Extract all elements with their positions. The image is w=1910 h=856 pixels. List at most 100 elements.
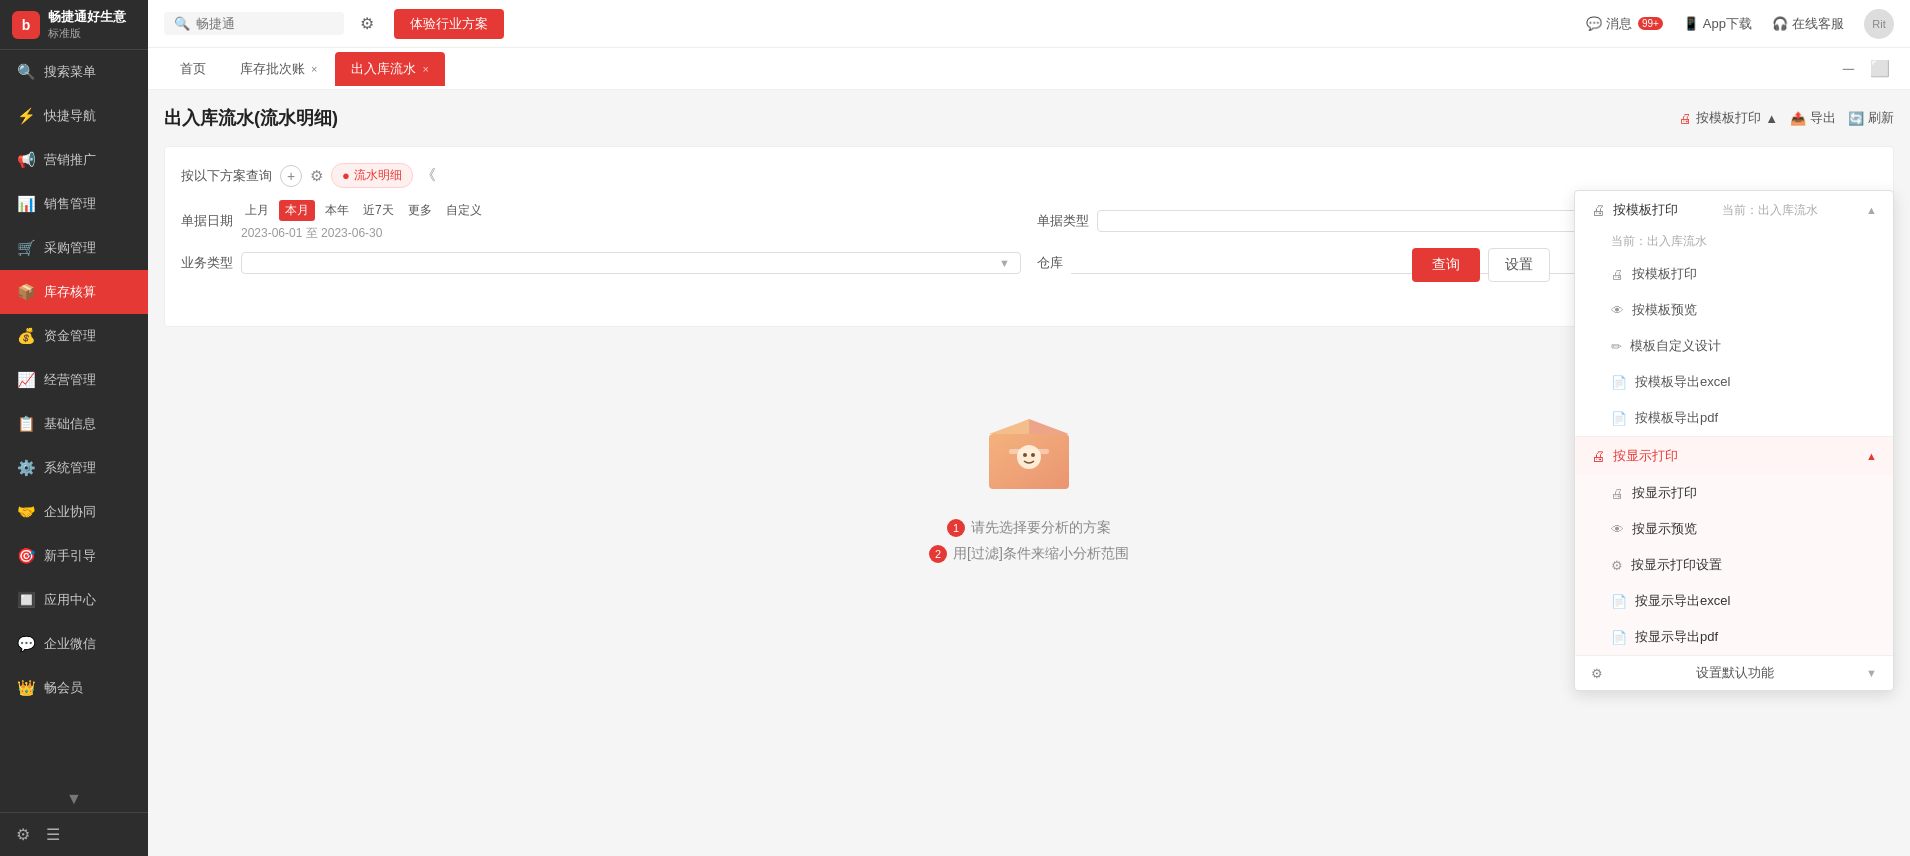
sidebar: b 畅捷通好生意 标准版 🔍 搜索菜单 ⚡ 快捷导航 📢 营销推广 📊 销售管理… (0, 0, 148, 856)
sidebar-item-system[interactable]: ⚙️ 系统管理 (0, 446, 148, 490)
box-icon: 📦 (16, 282, 36, 302)
headset-icon: 🎧 (1772, 16, 1788, 31)
menu-collapse-icon[interactable]: ☰ (46, 825, 60, 844)
sidebar-item-basic[interactable]: 📋 基础信息 (0, 402, 148, 446)
avatar[interactable]: Rit (1864, 9, 1894, 39)
sidebar-bottom: ⚙ ☰ (0, 812, 148, 856)
settings-bottom-icon[interactable]: ⚙ (16, 825, 30, 844)
lightning-icon: ⚡ (16, 106, 36, 126)
template-print-header[interactable]: 🖨 按模板打印 当前：出入库流水 ▲ (1575, 191, 1893, 229)
sidebar-item-app-center[interactable]: 🔲 应用中心 (0, 578, 148, 622)
sidebar-item-search[interactable]: 🔍 搜索菜单 (0, 50, 148, 94)
date-btn-7days[interactable]: 近7天 (359, 200, 398, 221)
topbar-search-input[interactable] (196, 16, 326, 31)
tabs-maximize-btn[interactable]: ⬜ (1866, 55, 1894, 82)
handshake-icon: 🤝 (16, 502, 36, 522)
empty-step2: 2 用[过滤]条件来缩小分析范围 (929, 545, 1129, 563)
display-section-chevron-icon: ▲ (1866, 450, 1877, 462)
tab-inout-flow[interactable]: 出入库流水 × (335, 52, 444, 86)
filter-gear-icon[interactable]: ⚙ (310, 167, 323, 185)
sidebar-item-membership[interactable]: 👑 畅会员 (0, 666, 148, 710)
tab-batch-account-close[interactable]: × (311, 63, 317, 75)
sidebar-item-sales[interactable]: 📊 销售管理 (0, 182, 148, 226)
biz-type-chevron-icon: ▼ (999, 257, 1010, 269)
logo-icon: b (12, 11, 40, 39)
template-export-pdf-item[interactable]: 📄 按模板导出pdf (1575, 400, 1893, 436)
template-export-excel-item[interactable]: 📄 按模板导出excel (1575, 364, 1893, 400)
refresh-btn[interactable]: 🔄 刷新 (1848, 109, 1894, 127)
filter-add-btn[interactable]: + (280, 165, 302, 187)
biz-type-field: 业务类型 ▼ (181, 252, 1021, 274)
sidebar-item-enterprise-wechat[interactable]: 💬 企业微信 (0, 622, 148, 666)
svg-point-4 (1017, 445, 1041, 469)
trend-icon: 📈 (16, 370, 36, 390)
template-print-item[interactable]: 🖨 按模板打印 (1575, 256, 1893, 292)
print-template-btn[interactable]: 🖨 按模板打印 ▲ (1679, 109, 1778, 127)
tabs-bar: 首页 库存批次账 × 出入库流水 × ─ ⬜ (148, 48, 1910, 90)
chart-icon: 📊 (16, 194, 36, 214)
svg-marker-2 (1029, 419, 1069, 434)
topbar-gear-icon[interactable]: ⚙ (360, 14, 374, 33)
display-print-item[interactable]: 🖨 按显示打印 (1575, 475, 1893, 511)
biz-type-label: 业务类型 (181, 254, 233, 272)
sidebar-item-quick-nav[interactable]: ⚡ 快捷导航 (0, 94, 148, 138)
date-shortcuts: 上月 本月 本年 近7天 更多 自定义 2023-06-01 至 2023-06… (241, 200, 486, 242)
trial-btn[interactable]: 体验行业方案 (394, 9, 504, 39)
logo-area: b 畅捷通好生意 标准版 (0, 0, 148, 50)
topbar-search-box[interactable]: 🔍 (164, 12, 344, 35)
query-btn[interactable]: 查询 (1412, 248, 1480, 282)
display-excel-icon: 📄 (1611, 594, 1627, 609)
display-settings-icon: ⚙ (1611, 558, 1623, 573)
date-shortcut-buttons: 上月 本月 本年 近7天 更多 自定义 (241, 200, 486, 221)
sidebar-nav: 🔍 搜索菜单 ⚡ 快捷导航 📢 营销推广 📊 销售管理 🛒 采购管理 📦 库存核… (0, 50, 148, 786)
topbar: 🔍 ⚙ 体验行业方案 💬 消息 99+ 📱 App下载 🎧 在线客服 Rit (148, 0, 1910, 48)
setup-btn[interactable]: 设置 (1488, 248, 1550, 282)
display-export-pdf-item[interactable]: 📄 按显示导出pdf (1575, 619, 1893, 655)
biz-type-select[interactable]: ▼ (241, 252, 1021, 274)
sidebar-item-operation[interactable]: 📈 经营管理 (0, 358, 148, 402)
empty-illustration (969, 399, 1089, 499)
template-design-item[interactable]: ✏ 模板自定义设计 (1575, 328, 1893, 364)
sidebar-item-purchase[interactable]: 🛒 采购管理 (0, 226, 148, 270)
sidebar-item-finance[interactable]: 💰 资金管理 (0, 314, 148, 358)
pdf-sub-icon: 📄 (1611, 411, 1627, 426)
printer-section-icon: 🖨 (1591, 202, 1605, 218)
message-btn[interactable]: 💬 消息 99+ (1586, 15, 1663, 33)
display-preview-item[interactable]: 👁 按显示预览 (1575, 511, 1893, 547)
export-btn[interactable]: 📤 导出 (1790, 109, 1836, 127)
bell-icon: 💬 (1586, 16, 1602, 31)
date-btn-custom[interactable]: 自定义 (442, 200, 486, 221)
display-preview-icon: 👁 (1611, 522, 1624, 537)
tab-inout-flow-close[interactable]: × (422, 63, 428, 75)
sidebar-item-marketing[interactable]: 📢 营销推广 (0, 138, 148, 182)
date-btn-this-year[interactable]: 本年 (321, 200, 353, 221)
display-print-settings-item[interactable]: ⚙ 按显示打印设置 (1575, 547, 1893, 583)
settings-default-row[interactable]: ⚙ 设置默认功能 ▼ (1575, 656, 1893, 690)
page-content: 出入库流水(流水明细) 🖨 按模板打印 ▲ 📤 导出 🔄 刷新 (148, 90, 1910, 856)
display-print-header[interactable]: 🖨 按显示打印 ▲ (1575, 437, 1893, 475)
tab-home[interactable]: 首页 (164, 52, 222, 86)
empty-step1: 1 请先选择要分析的方案 (947, 519, 1111, 537)
tab-batch-account[interactable]: 库存批次账 × (224, 52, 333, 86)
date-field-label: 单据日期 (181, 212, 233, 230)
topbar-right: 💬 消息 99+ 📱 App下载 🎧 在线客服 Rit (1586, 9, 1894, 39)
date-btn-this-month[interactable]: 本月 (279, 200, 315, 221)
sidebar-item-cooperation[interactable]: 🤝 企业协同 (0, 490, 148, 534)
display-export-excel-item[interactable]: 📄 按显示导出excel (1575, 583, 1893, 619)
date-btn-more[interactable]: 更多 (404, 200, 436, 221)
design-sub-icon: ✏ (1611, 339, 1622, 354)
filter-active-tag[interactable]: ● 流水明细 (331, 163, 413, 188)
app-download-btn[interactable]: 📱 App下载 (1683, 15, 1752, 33)
grid-icon: 🔲 (16, 590, 36, 610)
sidebar-item-guide[interactable]: 🎯 新手引导 (0, 534, 148, 578)
sidebar-item-inventory[interactable]: 📦 库存核算 (0, 270, 148, 314)
template-preview-item[interactable]: 👁 按模板预览 (1575, 292, 1893, 328)
filter-label: 按以下方案查询 (181, 167, 272, 185)
online-service-btn[interactable]: 🎧 在线客服 (1772, 15, 1844, 33)
date-btn-last-month[interactable]: 上月 (241, 200, 273, 221)
settings-default-chevron-icon: ▼ (1866, 667, 1877, 679)
filter-collapse-icon[interactable]: 《 (421, 166, 436, 185)
phone-icon: 📱 (1683, 16, 1699, 31)
tabs-minimize-btn[interactable]: ─ (1839, 55, 1858, 82)
chat-icon: 💬 (16, 634, 36, 654)
